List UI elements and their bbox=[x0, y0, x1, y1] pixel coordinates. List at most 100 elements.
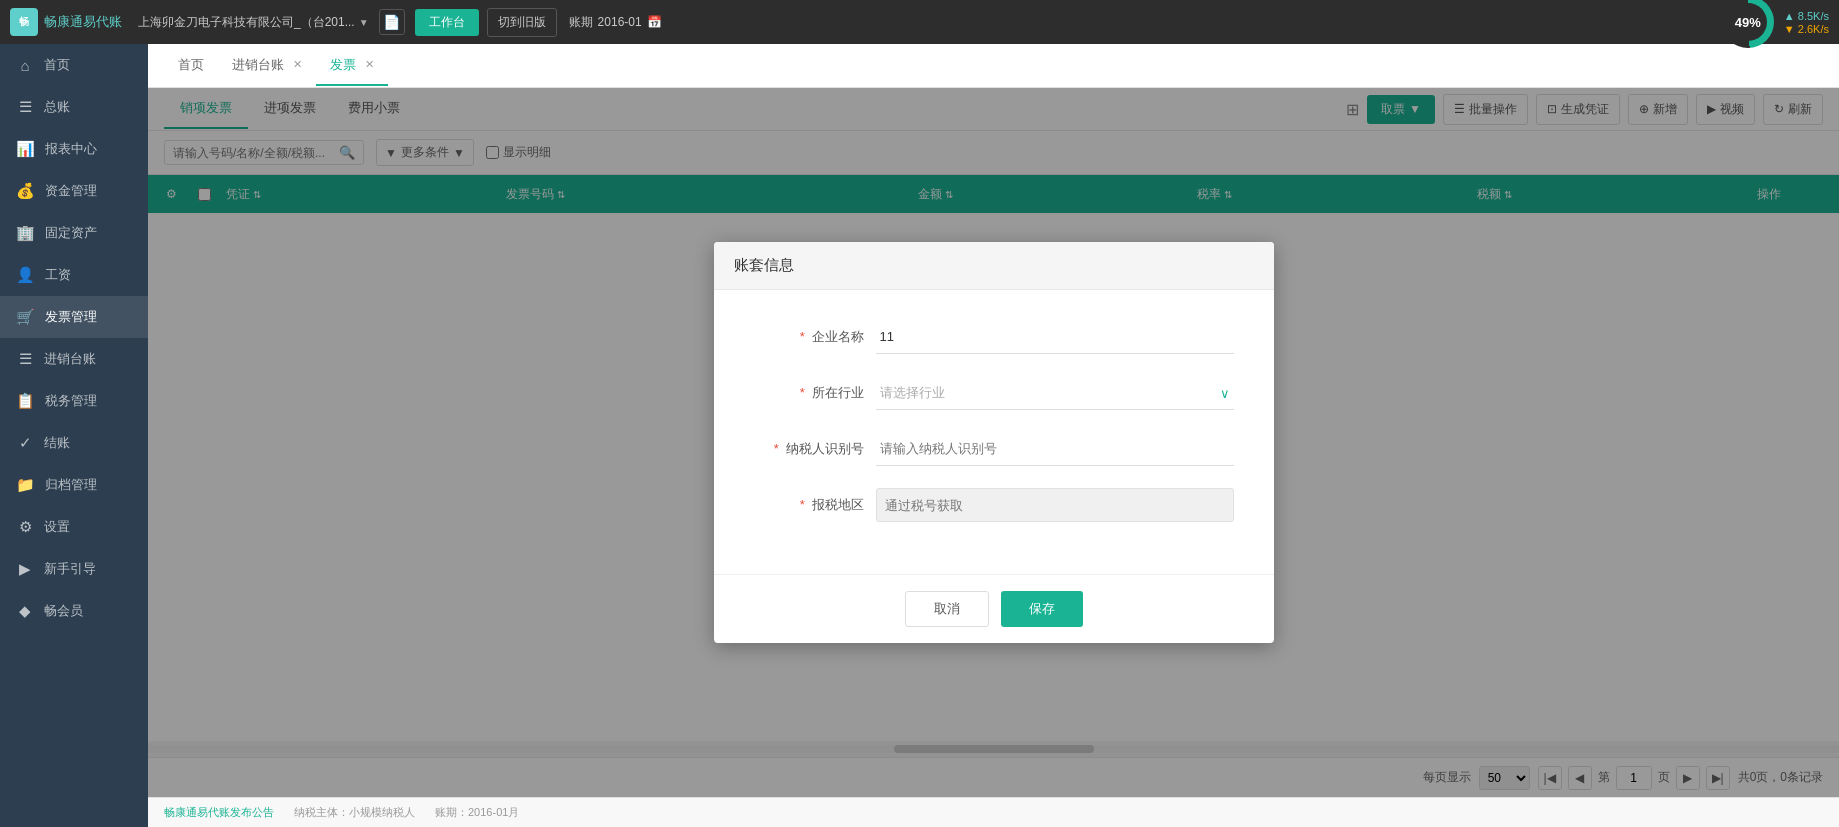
invoice-icon: 🛒 bbox=[16, 308, 35, 326]
member-icon: ◆ bbox=[16, 602, 34, 620]
company-name-form-label: * 企业名称 bbox=[754, 328, 864, 346]
bottom-bar: 畅康通易代账发布公告 纳税主体：小规模纳税人 账期：2016-01月 bbox=[148, 797, 1839, 827]
required-mark: * bbox=[800, 329, 805, 344]
page-content: 销项发票 进项发票 费用小票 ⊞ 取票 ▼ bbox=[148, 88, 1839, 797]
company-name-label: 上海卯金刀电子科技有限公司_（台201... bbox=[138, 14, 355, 31]
tab-purchase-sale-label: 进销台账 bbox=[232, 56, 284, 74]
company-selector[interactable]: 上海卯金刀电子科技有限公司_（台201... ▼ bbox=[138, 14, 369, 31]
tab-invoice-close[interactable]: ✕ bbox=[365, 58, 374, 71]
home-icon: ⌂ bbox=[16, 57, 34, 74]
sidebar-item-home[interactable]: ⌂ 首页 bbox=[0, 44, 148, 86]
bottom-tax-info: 纳税主体：小规模纳税人 bbox=[294, 805, 415, 820]
sidebar-label-purchase-sale: 进销台账 bbox=[44, 350, 96, 368]
guide-icon: ▶ bbox=[16, 560, 34, 578]
tab-purchase-sale-close[interactable]: ✕ bbox=[293, 58, 302, 71]
sidebar-label-reports: 报表中心 bbox=[45, 140, 97, 158]
company-dropdown-arrow: ▼ bbox=[359, 17, 369, 28]
purchase-sale-icon: ☰ bbox=[16, 350, 34, 368]
tab-bar: 首页 进销台账 ✕ 发票 ✕ bbox=[148, 44, 1839, 88]
sidebar-label-settings: 设置 bbox=[44, 518, 70, 536]
company-name-field[interactable] bbox=[876, 320, 1234, 354]
sidebar-label-member: 畅会员 bbox=[44, 602, 83, 620]
sidebar-label-fixed-assets: 固定资产 bbox=[45, 224, 97, 242]
speed-down: ▼ 2.6K/s bbox=[1784, 23, 1829, 35]
modal-overlay: 账套信息 * 企业名称 bbox=[148, 88, 1839, 797]
tax-region-field bbox=[876, 488, 1234, 522]
sidebar-label-invoice-mgmt: 发票管理 bbox=[45, 308, 97, 326]
tab-invoice[interactable]: 发票 ✕ bbox=[316, 46, 388, 86]
sidebar-label-closing: 结账 bbox=[44, 434, 70, 452]
speed-percent: 49% bbox=[1729, 3, 1767, 41]
sidebar-item-funds[interactable]: 💰 资金管理 bbox=[0, 170, 148, 212]
sidebar-item-member[interactable]: ◆ 畅会员 bbox=[0, 590, 148, 632]
closing-icon: ✓ bbox=[16, 434, 34, 452]
archive-icon: 📁 bbox=[16, 476, 35, 494]
sidebar-item-closing[interactable]: ✓ 结账 bbox=[0, 422, 148, 464]
sidebar-item-general-ledger[interactable]: ☰ 总账 bbox=[0, 86, 148, 128]
cancel-button[interactable]: 取消 bbox=[905, 591, 989, 627]
sidebar-label-tax-mgmt: 税务管理 bbox=[45, 392, 97, 410]
sidebar-item-invoice-mgmt[interactable]: 🛒 发票管理 bbox=[0, 296, 148, 338]
sidebar-label-home: 首页 bbox=[44, 56, 70, 74]
main-layout: ⌂ 首页 ☰ 总账 📊 报表中心 💰 资金管理 🏢 固定资产 👤 工资 🛒 发票… bbox=[0, 44, 1839, 827]
tax-region-form-label: * 报税地区 bbox=[754, 496, 864, 514]
save-button[interactable]: 保存 bbox=[1001, 591, 1083, 627]
sidebar-item-tax-mgmt[interactable]: 📋 税务管理 bbox=[0, 380, 148, 422]
tab-home-label: 首页 bbox=[178, 56, 204, 74]
sidebar-item-reports[interactable]: 📊 报表中心 bbox=[0, 128, 148, 170]
funds-icon: 💰 bbox=[16, 182, 35, 200]
tab-home[interactable]: 首页 bbox=[164, 46, 218, 86]
sidebar-label-general-ledger: 总账 bbox=[44, 98, 70, 116]
top-bar: 畅 畅康通易代账 上海卯金刀电子科技有限公司_（台201... ▼ 📄 工作台 … bbox=[0, 0, 1839, 44]
assets-icon: 🏢 bbox=[16, 224, 35, 242]
sidebar-item-settings[interactable]: ⚙ 设置 bbox=[0, 506, 148, 548]
sidebar-item-purchase-sale[interactable]: ☰ 进销台账 bbox=[0, 338, 148, 380]
bottom-announcement-link[interactable]: 畅康通易代账发布公告 bbox=[164, 805, 274, 820]
tab-invoice-label: 发票 bbox=[330, 56, 356, 74]
logo-icon: 畅 bbox=[10, 8, 38, 36]
wages-icon: 👤 bbox=[16, 266, 35, 284]
switch-old-button[interactable]: 切到旧版 bbox=[487, 8, 557, 37]
sidebar-item-guide[interactable]: ▶ 新手引导 bbox=[0, 548, 148, 590]
form-row-industry: * 所在行业 请选择行业 ∨ bbox=[754, 376, 1234, 410]
settings-icon: ⚙ bbox=[16, 518, 34, 536]
calendar-icon[interactable]: 📅 bbox=[647, 15, 662, 29]
dialog-footer: 取消 保存 bbox=[714, 574, 1274, 643]
required-mark-3: * bbox=[774, 441, 779, 456]
sidebar-item-fixed-assets[interactable]: 🏢 固定资产 bbox=[0, 212, 148, 254]
form-row-company-name: * 企业名称 bbox=[754, 320, 1234, 354]
content-area: 首页 进销台账 ✕ 发票 ✕ 销项发票 bbox=[148, 44, 1839, 827]
dialog-header: 账套信息 bbox=[714, 242, 1274, 290]
industry-select[interactable]: 请选择行业 bbox=[876, 376, 1234, 410]
doc-icon[interactable]: 📄 bbox=[379, 9, 405, 35]
period-label: 账期 bbox=[569, 14, 593, 31]
required-mark-2: * bbox=[800, 385, 805, 400]
industry-select-wrapper: 请选择行业 ∨ bbox=[876, 376, 1234, 410]
speed-up: ▲ 8.5K/s bbox=[1784, 10, 1829, 22]
tax-id-field[interactable] bbox=[876, 432, 1234, 466]
speed-circle: 49% bbox=[1722, 0, 1774, 48]
form-row-tax-id: * 纳税人识别号 bbox=[754, 432, 1234, 466]
tab-purchase-sale[interactable]: 进销台账 ✕ bbox=[218, 46, 316, 86]
sidebar-item-wages[interactable]: 👤 工资 bbox=[0, 254, 148, 296]
period-value: 2016-01 bbox=[598, 15, 642, 29]
form-row-tax-region: * 报税地区 bbox=[754, 488, 1234, 522]
dialog-body: * 企业名称 * 所在行业 bbox=[714, 290, 1274, 574]
app-name: 畅康通易代账 bbox=[44, 13, 122, 31]
period-info: 账期 2016-01 📅 bbox=[569, 14, 662, 31]
top-bar-right: 49% ▲ 8.5K/s ▼ 2.6K/s bbox=[1722, 0, 1829, 48]
sidebar-label-archive: 归档管理 bbox=[45, 476, 97, 494]
industry-form-label: * 所在行业 bbox=[754, 384, 864, 402]
sidebar-item-archive[interactable]: 📁 归档管理 bbox=[0, 464, 148, 506]
sidebar: ⌂ 首页 ☰ 总账 📊 报表中心 💰 资金管理 🏢 固定资产 👤 工资 🛒 发票… bbox=[0, 44, 148, 827]
app-logo: 畅 畅康通易代账 bbox=[10, 8, 122, 36]
required-mark-4: * bbox=[800, 497, 805, 512]
workbench-button[interactable]: 工作台 bbox=[415, 9, 479, 36]
dialog-title: 账套信息 bbox=[734, 256, 794, 273]
dialog-account-info: 账套信息 * 企业名称 bbox=[714, 242, 1274, 643]
network-speeds: ▲ 8.5K/s ▼ 2.6K/s bbox=[1784, 10, 1829, 35]
tax-icon: 📋 bbox=[16, 392, 35, 410]
reports-icon: 📊 bbox=[16, 140, 35, 158]
sidebar-label-wages: 工资 bbox=[45, 266, 71, 284]
ledger-icon: ☰ bbox=[16, 98, 34, 116]
